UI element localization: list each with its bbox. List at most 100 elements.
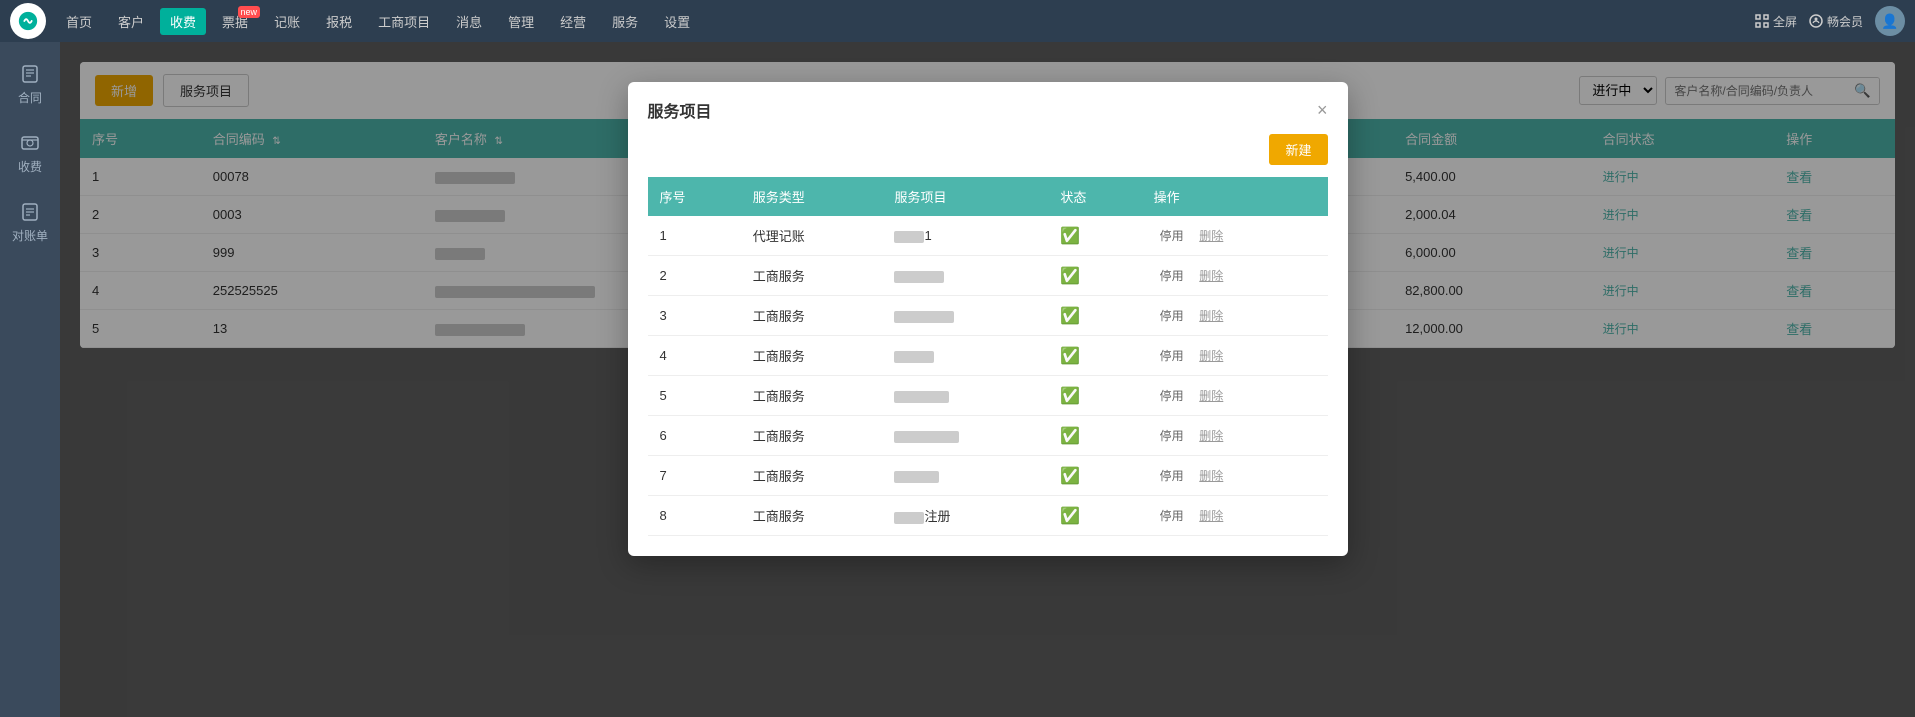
modal-cell-status: ✅ [1048,256,1141,296]
modal-cell-item [882,456,1048,496]
nav-items: 首页 客户 收费 票据 new 记账 报税 工商项目 消息 管理 经营 服务 设… [56,8,1755,35]
status-check-icon: ✅ [1060,428,1080,445]
stop-button[interactable]: 停用 [1154,425,1190,446]
service-items-modal: 服务项目 × 新建 序号 服务类型 服务项目 状态 [628,82,1348,556]
modal-cell-no: 3 [648,296,741,336]
modal-col-type: 服务类型 [741,177,883,216]
contract-icon [18,62,42,86]
nav-item-tax[interactable]: 报税 [316,8,362,35]
modal-cell-no: 4 [648,336,741,376]
stop-button[interactable]: 停用 [1154,505,1190,526]
modal-cell-type: 工商服务 [741,256,883,296]
nav-item-service[interactable]: 服务 [602,8,648,35]
avatar[interactable]: 👤 [1875,6,1905,36]
modal-cell-type: 工商服务 [741,376,883,416]
modal-new-button[interactable]: 新建 [1269,134,1327,165]
modal-table-row: 7 工商服务 ✅ 停用 删除 [648,456,1328,496]
fullscreen-button[interactable]: 全屏 [1755,13,1797,30]
modal-cell-status: ✅ [1048,376,1141,416]
modal-cell-status: ✅ [1048,336,1141,376]
modal-table-row: 1 代理记账 1 ✅ 停用 删除 [648,216,1328,256]
sidebar-item-statement-label: 对账单 [12,227,48,244]
stop-button[interactable]: 停用 [1154,345,1190,366]
nav-item-customer[interactable]: 客户 [108,8,154,35]
delete-button[interactable]: 删除 [1193,345,1229,366]
stop-button[interactable]: 停用 [1154,465,1190,486]
status-check-icon: ✅ [1060,348,1080,365]
delete-button[interactable]: 删除 [1193,305,1229,326]
modal-cell-no: 7 [648,456,741,496]
nav-item-invoice[interactable]: 票据 new [212,8,258,35]
content-area: 新增 服务项目 进行中 已结束 全部 🔍 [60,42,1915,717]
sidebar-item-contract-label: 合同 [18,89,42,106]
nav-item-fee[interactable]: 收费 [160,8,206,35]
member-button[interactable]: 畅会员 [1809,13,1863,30]
modal-cell-item: 1 [882,216,1048,256]
modal-close-button[interactable]: × [1317,101,1328,119]
delete-button[interactable]: 删除 [1193,425,1229,446]
fullscreen-label: 全屏 [1773,13,1797,30]
modal-cell-action: 停用 删除 [1142,256,1328,296]
modal-cell-action: 停用 删除 [1142,336,1328,376]
delete-button[interactable]: 删除 [1193,465,1229,486]
modal-cell-type: 代理记账 [741,216,883,256]
stop-button[interactable]: 停用 [1154,385,1190,406]
modal-header: 服务项目 × [628,82,1348,134]
app-logo [10,3,46,39]
status-check-icon: ✅ [1060,228,1080,245]
nav-item-operation[interactable]: 经营 [550,8,596,35]
stop-button[interactable]: 停用 [1154,305,1190,326]
modal-header-row: 序号 服务类型 服务项目 状态 操作 [648,177,1328,216]
modal-title: 服务项目 [648,98,712,122]
nav-item-settings[interactable]: 设置 [654,8,700,35]
modal-col-no: 序号 [648,177,741,216]
modal-table-row: 8 工商服务 注册 ✅ 停用 删除 [648,496,1328,536]
delete-button[interactable]: 删除 [1193,265,1229,286]
modal-table-row: 4 工商服务 ✅ 停用 删除 [648,336,1328,376]
delete-button[interactable]: 删除 [1193,505,1229,526]
modal-col-item: 服务项目 [882,177,1048,216]
new-badge: new [238,6,261,18]
modal-cell-no: 1 [648,216,741,256]
modal-cell-item: 注册 [882,496,1048,536]
nav-item-message[interactable]: 消息 [446,8,492,35]
modal-col-status: 状态 [1048,177,1141,216]
main-layout: 合同 收费 对账单 新增 服务项目 进行中 已结束 [0,42,1915,717]
modal-cell-item [882,256,1048,296]
modal-cell-status: ✅ [1048,296,1141,336]
modal-table-row: 6 工商服务 ✅ 停用 删除 [648,416,1328,456]
nav-item-manage[interactable]: 管理 [498,8,544,35]
modal-cell-item [882,296,1048,336]
modal-cell-action: 停用 删除 [1142,376,1328,416]
modal-cell-action: 停用 删除 [1142,216,1328,256]
status-check-icon: ✅ [1060,308,1080,325]
modal-cell-no: 6 [648,416,741,456]
sidebar-item-contract[interactable]: 合同 [3,52,57,116]
modal-cell-action: 停用 删除 [1142,296,1328,336]
status-check-icon: ✅ [1060,268,1080,285]
modal-col-action: 操作 [1142,177,1328,216]
delete-button[interactable]: 删除 [1193,385,1229,406]
nav-item-home[interactable]: 首页 [56,8,102,35]
modal-cell-status: ✅ [1048,416,1141,456]
stop-button[interactable]: 停用 [1154,225,1190,246]
top-navigation: 首页 客户 收费 票据 new 记账 报税 工商项目 消息 管理 经营 服务 设… [0,0,1915,42]
modal-cell-no: 8 [648,496,741,536]
modal-cell-item [882,416,1048,456]
modal-cell-status: ✅ [1048,496,1141,536]
sidebar: 合同 收费 对账单 [0,42,60,717]
modal-cell-action: 停用 删除 [1142,416,1328,456]
sidebar-item-fee[interactable]: 收费 [3,121,57,185]
nav-item-industrial[interactable]: 工商项目 [368,8,440,35]
service-items-table: 序号 服务类型 服务项目 状态 操作 1 代理记账 1 ✅ 停用 删除 2 [648,177,1328,536]
modal-cell-action: 停用 删除 [1142,496,1328,536]
modal-cell-type: 工商服务 [741,296,883,336]
sidebar-item-statement[interactable]: 对账单 [3,190,57,254]
delete-button[interactable]: 删除 [1193,225,1229,246]
modal-cell-item [882,336,1048,376]
stop-button[interactable]: 停用 [1154,265,1190,286]
status-check-icon: ✅ [1060,468,1080,485]
modal-table-row: 5 工商服务 ✅ 停用 删除 [648,376,1328,416]
modal-body: 序号 服务类型 服务项目 状态 操作 1 代理记账 1 ✅ 停用 删除 2 [628,177,1348,556]
nav-item-bookkeeping[interactable]: 记账 [264,8,310,35]
